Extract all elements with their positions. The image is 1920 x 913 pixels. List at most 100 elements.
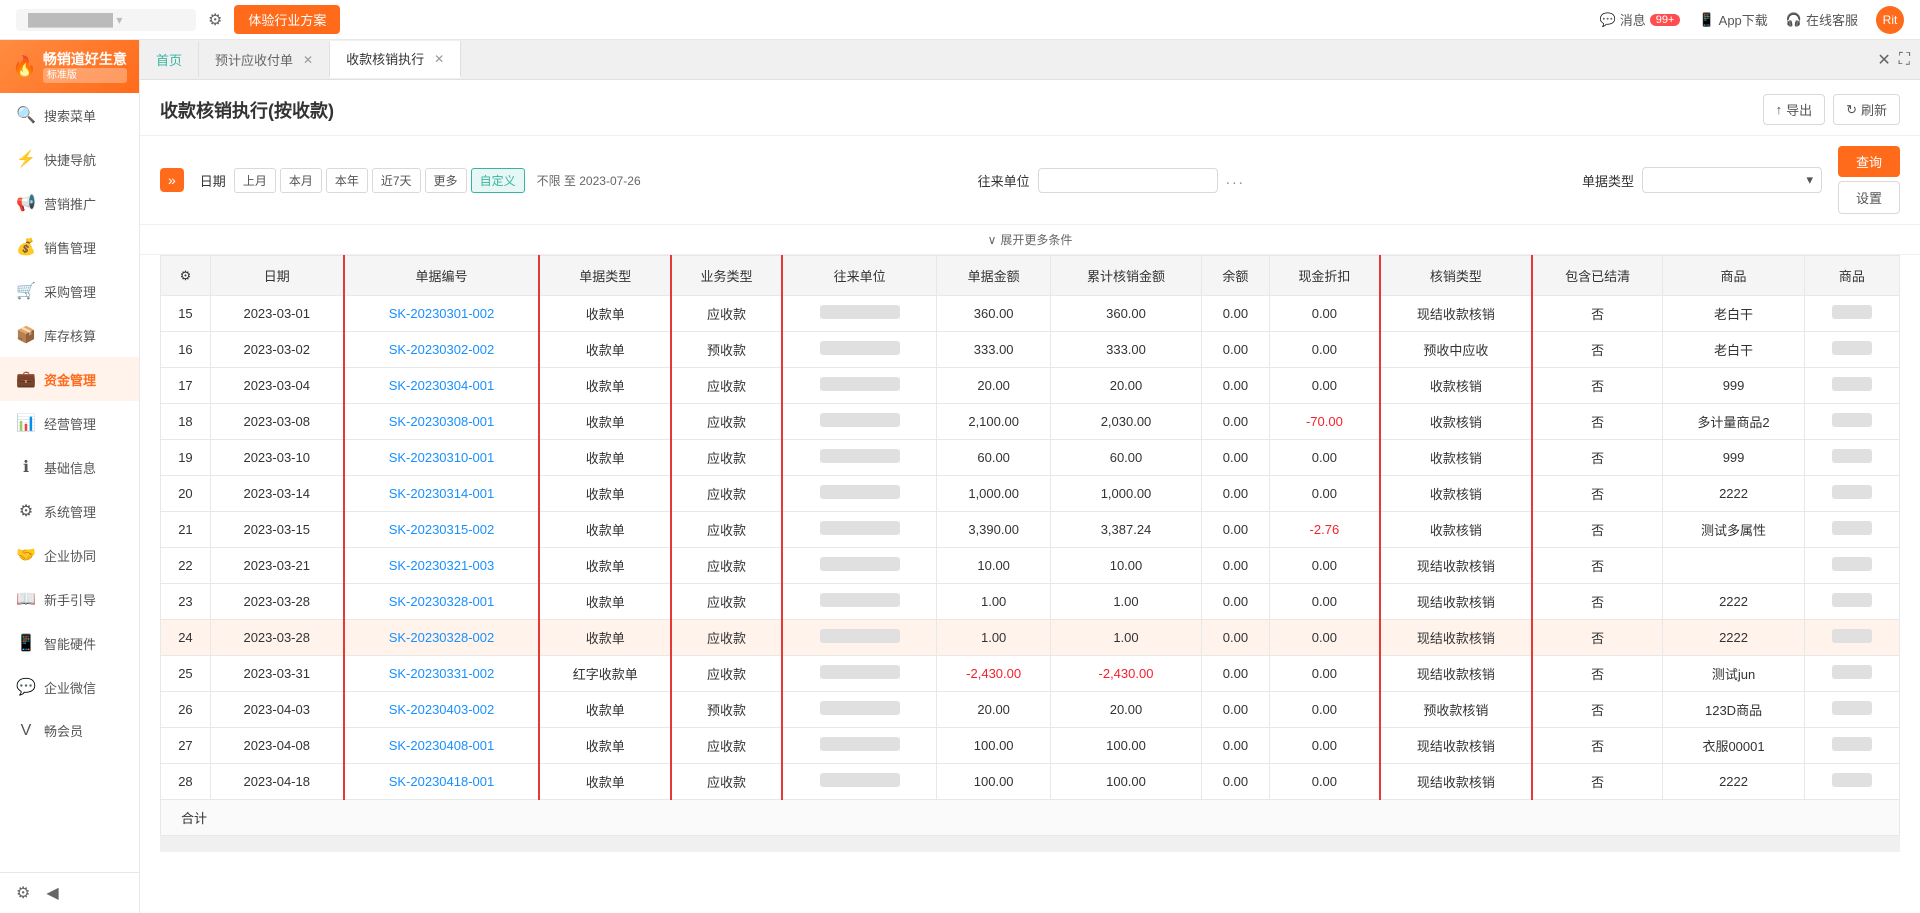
- doc-no-link[interactable]: SK-20230315-002: [389, 522, 495, 537]
- sidebar-label-finance: 资金管理: [44, 370, 96, 389]
- td-date: 2023-04-18: [210, 764, 343, 800]
- more-filters-dots[interactable]: ...: [1226, 171, 1245, 189]
- th-product: 商品: [1663, 256, 1804, 296]
- custom-btn[interactable]: 自定义: [471, 168, 525, 193]
- doc-no-link[interactable]: SK-20230314-001: [389, 486, 495, 501]
- td-amount: 100.00: [937, 764, 1051, 800]
- settings-icon[interactable]: ⚙: [208, 10, 222, 30]
- td-cum-cancel: -2,430.00: [1051, 656, 1202, 692]
- doc-no-link[interactable]: SK-20230302-002: [389, 342, 495, 357]
- td-balance: 0.00: [1201, 512, 1269, 548]
- table-row: 24 2023-03-28 SK-20230328-002 收款单 应收款 1.…: [161, 620, 1900, 656]
- sidebar-item-enterprise[interactable]: 🤝 企业协同: [0, 533, 139, 577]
- doc-no-link[interactable]: SK-20230331-002: [389, 666, 495, 681]
- sidebar-item-operations[interactable]: 📊 经营管理: [0, 401, 139, 445]
- tab-cancellation-close[interactable]: ✕: [434, 52, 444, 66]
- td-unit: [782, 620, 937, 656]
- td-cash-discount: 0.00: [1270, 296, 1380, 332]
- this-year-btn[interactable]: 本年: [326, 168, 368, 193]
- td-product2: [1804, 296, 1899, 332]
- sidebar-item-search[interactable]: 🔍 搜索菜单: [0, 93, 139, 137]
- sidebar-item-hardware[interactable]: 📱 智能硬件: [0, 621, 139, 665]
- sidebar-item-basic[interactable]: ℹ 基础信息: [0, 445, 139, 489]
- message-item[interactable]: 💬 消息 99+: [1600, 10, 1681, 29]
- td-include-cleared: 否: [1532, 692, 1663, 728]
- td-cancel-type: 现结收款核销: [1380, 548, 1532, 584]
- sidebar-item-sales[interactable]: 💰 销售管理: [0, 225, 139, 269]
- sidebar-item-marketing[interactable]: 📢 营销推广: [0, 181, 139, 225]
- sidebar-item-purchase[interactable]: 🛒 采购管理: [0, 269, 139, 313]
- search-bar[interactable]: ██████████ ▾: [16, 9, 196, 31]
- sidebar-collapse-icon[interactable]: ◀: [46, 883, 58, 903]
- tab-close-all-icon[interactable]: ✕: [1877, 50, 1890, 70]
- unit-input[interactable]: [1038, 168, 1218, 193]
- sidebar-item-shortcut[interactable]: ⚡ 快捷导航: [0, 137, 139, 181]
- td-amount: -2,430.00: [937, 656, 1051, 692]
- th-gear[interactable]: ⚙: [161, 256, 211, 296]
- export-button[interactable]: ↑ 导出: [1763, 94, 1826, 125]
- td-date: 2023-03-28: [210, 584, 343, 620]
- td-cash-discount: 0.00: [1270, 332, 1380, 368]
- tab-receivable-close[interactable]: ✕: [303, 53, 313, 67]
- td-product2: [1804, 332, 1899, 368]
- td-date: 2023-03-04: [210, 368, 343, 404]
- td-cancel-type: 收款核销: [1380, 476, 1532, 512]
- tab-cancellation[interactable]: 收款核销执行 ✕: [330, 41, 461, 78]
- online-service-item[interactable]: 🎧 在线客服: [1786, 10, 1858, 29]
- tab-receivable[interactable]: 预计应收付单 ✕: [199, 42, 330, 77]
- expand-more-button[interactable]: ∨ 展开更多条件: [988, 231, 1073, 248]
- td-balance: 0.00: [1201, 476, 1269, 512]
- tab-maximize-icon[interactable]: ⛶: [1899, 51, 1910, 69]
- sidebar-item-inventory[interactable]: 📦 库存核算: [0, 313, 139, 357]
- sidebar-item-system[interactable]: ⚙ 系统管理: [0, 489, 139, 533]
- doc-no-link[interactable]: SK-20230403-002: [389, 702, 495, 717]
- chevron-down-icon: ▾: [1806, 172, 1813, 188]
- doc-no-link[interactable]: SK-20230321-003: [389, 558, 495, 573]
- guide-icon: 📖: [16, 589, 36, 609]
- td-product2: [1804, 656, 1899, 692]
- td-unit: [782, 476, 937, 512]
- setting-button[interactable]: 设置: [1838, 181, 1900, 214]
- doc-no-link[interactable]: SK-20230328-002: [389, 630, 495, 645]
- td-id: 18: [161, 404, 211, 440]
- doc-no-link[interactable]: SK-20230408-001: [389, 738, 495, 753]
- app-download-label: App下载: [1719, 10, 1768, 29]
- doc-no-link[interactable]: SK-20230328-001: [389, 594, 495, 609]
- horizontal-scrollbar[interactable]: [160, 836, 1900, 852]
- td-biz-type: 应收款: [671, 368, 782, 404]
- td-biz-type: 应收款: [671, 296, 782, 332]
- doc-no-link[interactable]: SK-20230304-001: [389, 378, 495, 393]
- sidebar-settings-icon[interactable]: ⚙: [16, 883, 30, 903]
- sidebar-item-finance[interactable]: 💼 资金管理: [0, 357, 139, 401]
- sidebar-item-guide[interactable]: 📖 新手引导: [0, 577, 139, 621]
- query-button[interactable]: 查询: [1838, 146, 1900, 177]
- doc-no-link[interactable]: SK-20230301-002: [389, 306, 495, 321]
- last-7days-btn[interactable]: 近7天: [372, 168, 421, 193]
- expand-more-label: 展开更多条件: [1000, 231, 1072, 248]
- hardware-icon: 📱: [16, 633, 36, 653]
- td-doc-no: SK-20230408-001: [344, 728, 540, 764]
- doc-type-label: 单据类型: [1582, 171, 1634, 190]
- refresh-button[interactable]: ↻ 刷新: [1833, 94, 1900, 125]
- td-biz-type: 应收款: [671, 512, 782, 548]
- app-download-item[interactable]: 📱 App下载: [1698, 10, 1767, 29]
- solution-button[interactable]: 体验行业方案: [234, 5, 340, 34]
- sidebar-item-wechat[interactable]: 💬 企业微信: [0, 665, 139, 709]
- more-btn[interactable]: 更多: [425, 168, 467, 193]
- td-doc-no: SK-20230328-001: [344, 584, 540, 620]
- doc-no-link[interactable]: SK-20230308-001: [389, 414, 495, 429]
- this-month-btn[interactable]: 本月: [280, 168, 322, 193]
- tab-home[interactable]: 首页: [140, 42, 199, 77]
- td-unit: [782, 656, 937, 692]
- doc-type-select[interactable]: ▾: [1642, 167, 1822, 193]
- last-month-btn[interactable]: 上月: [234, 168, 276, 193]
- doc-no-link[interactable]: SK-20230418-001: [389, 774, 495, 789]
- user-avatar[interactable]: Rit: [1876, 6, 1904, 34]
- td-doc-type: 收款单: [539, 548, 671, 584]
- td-cancel-type: 现结收款核销: [1380, 728, 1532, 764]
- filter-expand-button[interactable]: »: [160, 168, 184, 192]
- td-cash-discount: 0.00: [1270, 728, 1380, 764]
- marketing-icon: 📢: [16, 193, 36, 213]
- doc-no-link[interactable]: SK-20230310-001: [389, 450, 495, 465]
- sidebar-item-member[interactable]: V 畅会员: [0, 709, 139, 752]
